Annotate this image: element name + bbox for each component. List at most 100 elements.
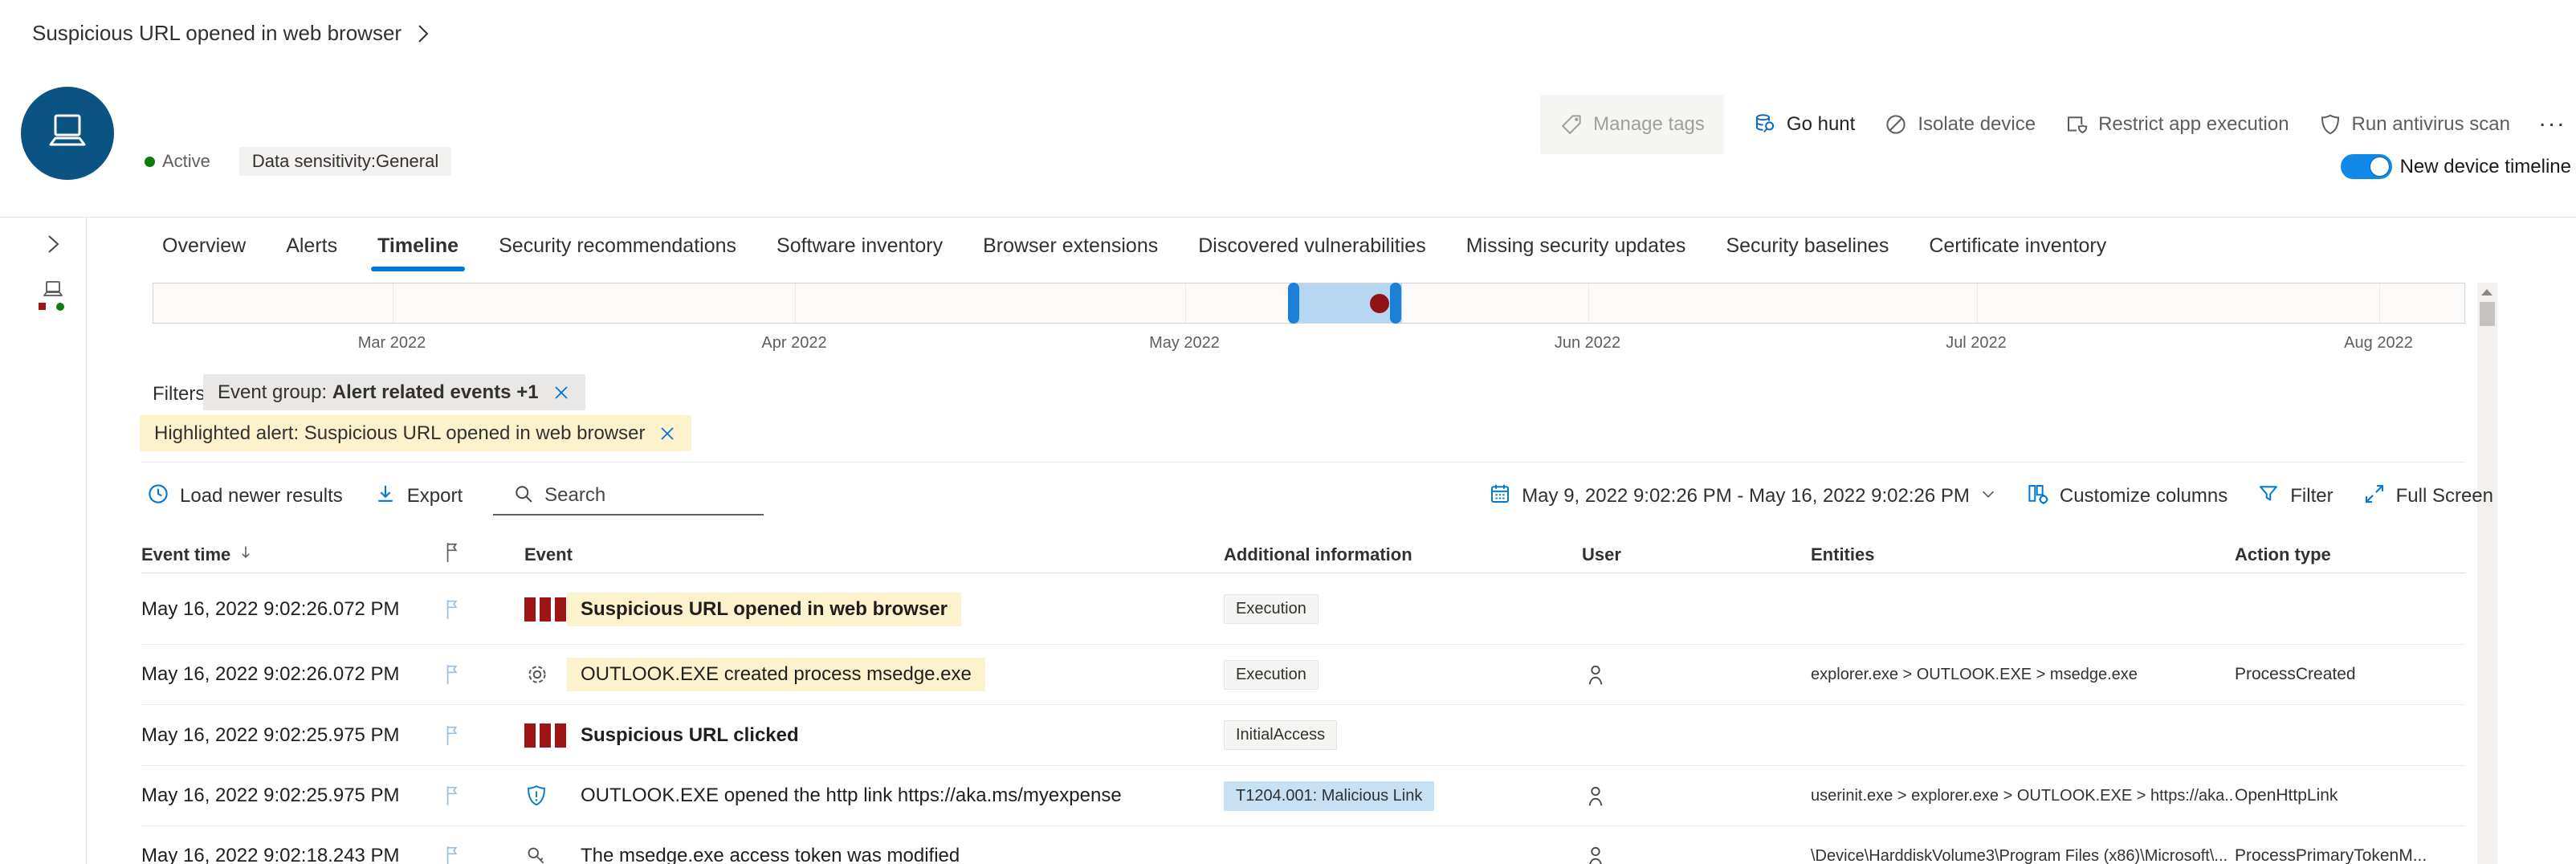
tab-timeline[interactable]: Timeline (371, 234, 466, 271)
month-gridline (1185, 283, 1186, 323)
flag-cell[interactable] (442, 645, 514, 704)
date-range-text: May 9, 2022 9:02:26 PM - May 16, 2022 9:… (1522, 485, 1970, 507)
flag-cell[interactable] (442, 766, 514, 825)
filter-chip-highlighted-alert[interactable]: Highlighted alert: Suspicious URL opened… (140, 415, 692, 451)
column-header-flag[interactable] (442, 536, 514, 573)
close-icon[interactable] (658, 424, 677, 443)
chip-value: Suspicious URL opened in web browser (304, 422, 646, 444)
event-row[interactable]: May 16, 2022 9:02:26.072 PM Suspicious U… (141, 574, 2465, 645)
timeline-toolbar-left: Load newer results Export (146, 475, 764, 517)
laptop-icon (43, 111, 92, 157)
mitre-technique-badge[interactable]: T1204.001: Malicious Link (1224, 780, 1435, 811)
flag-cell[interactable] (442, 826, 514, 864)
event-title[interactable]: OUTLOOK.EXE created process msedge.exe (567, 658, 985, 691)
event-cell: Suspicious URL clicked (514, 705, 1211, 765)
month-label: Apr 2022 (761, 334, 827, 352)
tab-security-baselines[interactable]: Security baselines (1726, 234, 1889, 270)
toggle-label: New device timeline (2399, 155, 2571, 177)
event-cell: OUTLOOK.EXE opened the http link https:/… (514, 766, 1211, 825)
event-row[interactable]: May 16, 2022 9:02:18.243 PM The msedge.e… (141, 826, 2465, 864)
timeline-brush-chart[interactable] (153, 283, 2465, 324)
event-time: May 16, 2022 9:02:25.975 PM (141, 723, 400, 746)
column-header-action-type[interactable]: Action type (2235, 536, 2465, 573)
event-row[interactable]: May 16, 2022 9:02:25.975 PM Suspicious U… (141, 705, 2465, 766)
event-cell: Suspicious URL opened in web browser (514, 574, 1211, 644)
tab-security-recommendations[interactable]: Security recommendations (499, 234, 736, 270)
search-box[interactable] (493, 477, 764, 516)
additional-info-cell: Execution (1211, 645, 1582, 704)
month-label: Aug 2022 (2344, 334, 2413, 352)
event-title[interactable]: Suspicious URL opened in web browser (567, 592, 961, 626)
events-table-header: Event time Event Additional information … (141, 536, 2465, 573)
tab-software-inventory[interactable]: Software inventory (776, 234, 943, 270)
month-label: Jun 2022 (1554, 334, 1621, 352)
action-type-cell: ProcessCreated (2235, 665, 2356, 683)
prohibited-icon (1884, 112, 1908, 137)
filter-button[interactable]: Filter (2256, 482, 2333, 511)
device-mini-icon[interactable] (42, 279, 64, 303)
export-button[interactable]: Export (373, 482, 463, 511)
tab-browser-extensions[interactable]: Browser extensions (983, 234, 1158, 270)
flag-cell[interactable] (442, 574, 514, 644)
event-title[interactable]: OUTLOOK.EXE opened the http link https:/… (567, 779, 1135, 813)
full-screen-button[interactable]: Full Screen (2362, 482, 2493, 511)
full-screen-icon (2362, 482, 2386, 511)
user-cell (1582, 705, 1811, 765)
device-status-row: Active Data sensitivity:General (145, 147, 452, 176)
event-time: May 16, 2022 9:02:25.975 PM (141, 785, 400, 806)
breadcrumb-title[interactable]: Suspicious URL opened in web browser (32, 21, 401, 46)
tab-alerts[interactable]: Alerts (286, 234, 337, 270)
date-range-picker[interactable]: May 9, 2022 9:02:26 PM - May 16, 2022 9:… (1488, 482, 1997, 511)
event-row[interactable]: May 16, 2022 9:02:25.975 PM OUTLOOK.EXE … (141, 766, 2465, 826)
month-label: Jul 2022 (1946, 334, 2007, 352)
column-header-entities[interactable]: Entities (1811, 536, 2235, 573)
restrict-app-execution-button[interactable]: Restrict app execution (2064, 112, 2289, 137)
brush-handle-left[interactable] (1288, 283, 1299, 324)
column-header-user[interactable]: User (1582, 536, 1811, 573)
vertical-scrollbar[interactable] (2477, 283, 2497, 864)
device-page-tabs: Overview Alerts Timeline Security recomm… (162, 234, 2106, 271)
flag-icon (442, 541, 463, 569)
customize-columns-button[interactable]: Customize columns (2026, 482, 2228, 511)
entities-cell: explorer.exe > OUTLOOK.EXE > msedge.exe (1811, 665, 2138, 683)
new-device-timeline-toggle[interactable] (2340, 154, 2392, 179)
key-icon (524, 843, 567, 864)
chevron-down-icon (1979, 485, 1997, 508)
scroll-up-arrow[interactable] (2481, 289, 2492, 295)
load-newer-results-button[interactable]: Load newer results (146, 482, 343, 511)
scrollbar-thumb[interactable] (2480, 302, 2495, 326)
tab-overview[interactable]: Overview (162, 234, 246, 270)
toggle-knob (2369, 157, 2390, 177)
run-antivirus-scan-button[interactable]: Run antivirus scan (2318, 112, 2510, 137)
tag-icon (1559, 112, 1584, 137)
flag-cell[interactable] (442, 705, 514, 765)
alert-marker-dot[interactable] (1370, 294, 1389, 313)
event-title[interactable]: The msedge.exe access token was modified (567, 839, 973, 864)
chip-prefix: Highlighted alert: (154, 422, 304, 444)
manage-tags-button[interactable]: Manage tags (1540, 95, 1724, 154)
tab-discovered-vulnerabilities[interactable]: Discovered vulnerabilities (1198, 234, 1425, 270)
event-cell: OUTLOOK.EXE created process msedge.exe (514, 645, 1211, 704)
columns-settings-icon (2026, 482, 2050, 511)
timeline-month-axis: Mar 2022 Apr 2022 May 2022 Jun 2022 Jul … (0, 334, 2576, 357)
event-title[interactable]: Suspicious URL clicked (567, 719, 813, 752)
search-input[interactable] (544, 484, 738, 507)
event-cell: The msedge.exe access token was modified (514, 826, 1211, 864)
more-actions-button[interactable]: ... (2539, 105, 2566, 132)
event-row[interactable]: May 16, 2022 9:02:26.072 PM OUTLOOK.EXE … (141, 645, 2465, 705)
timeline-toolbar-right: May 9, 2022 9:02:26 PM - May 16, 2022 9:… (1488, 475, 2493, 517)
close-icon[interactable] (552, 383, 571, 402)
filter-chip-event-group[interactable]: Event group: Alert related events +1 (203, 374, 585, 410)
tab-certificate-inventory[interactable]: Certificate inventory (1929, 234, 2106, 270)
tab-missing-security-updates[interactable]: Missing security updates (1466, 234, 1686, 270)
column-header-event[interactable]: Event (514, 536, 1211, 573)
device-actions-toolbar: Manage tags Go hunt Isolate device Restr… (1540, 95, 2566, 154)
brush-handle-right[interactable] (1390, 283, 1401, 324)
data-sensitivity-badge[interactable]: Data sensitivity:General (238, 147, 452, 176)
go-hunt-button[interactable]: Go hunt (1753, 112, 1855, 137)
isolate-device-button[interactable]: Isolate device (1884, 112, 2036, 137)
column-header-event-time[interactable]: Event time (141, 536, 442, 573)
column-header-additional-information[interactable]: Additional information (1211, 536, 1582, 573)
expand-panel-chevron-icon[interactable] (46, 234, 60, 259)
gear-icon (524, 662, 567, 687)
